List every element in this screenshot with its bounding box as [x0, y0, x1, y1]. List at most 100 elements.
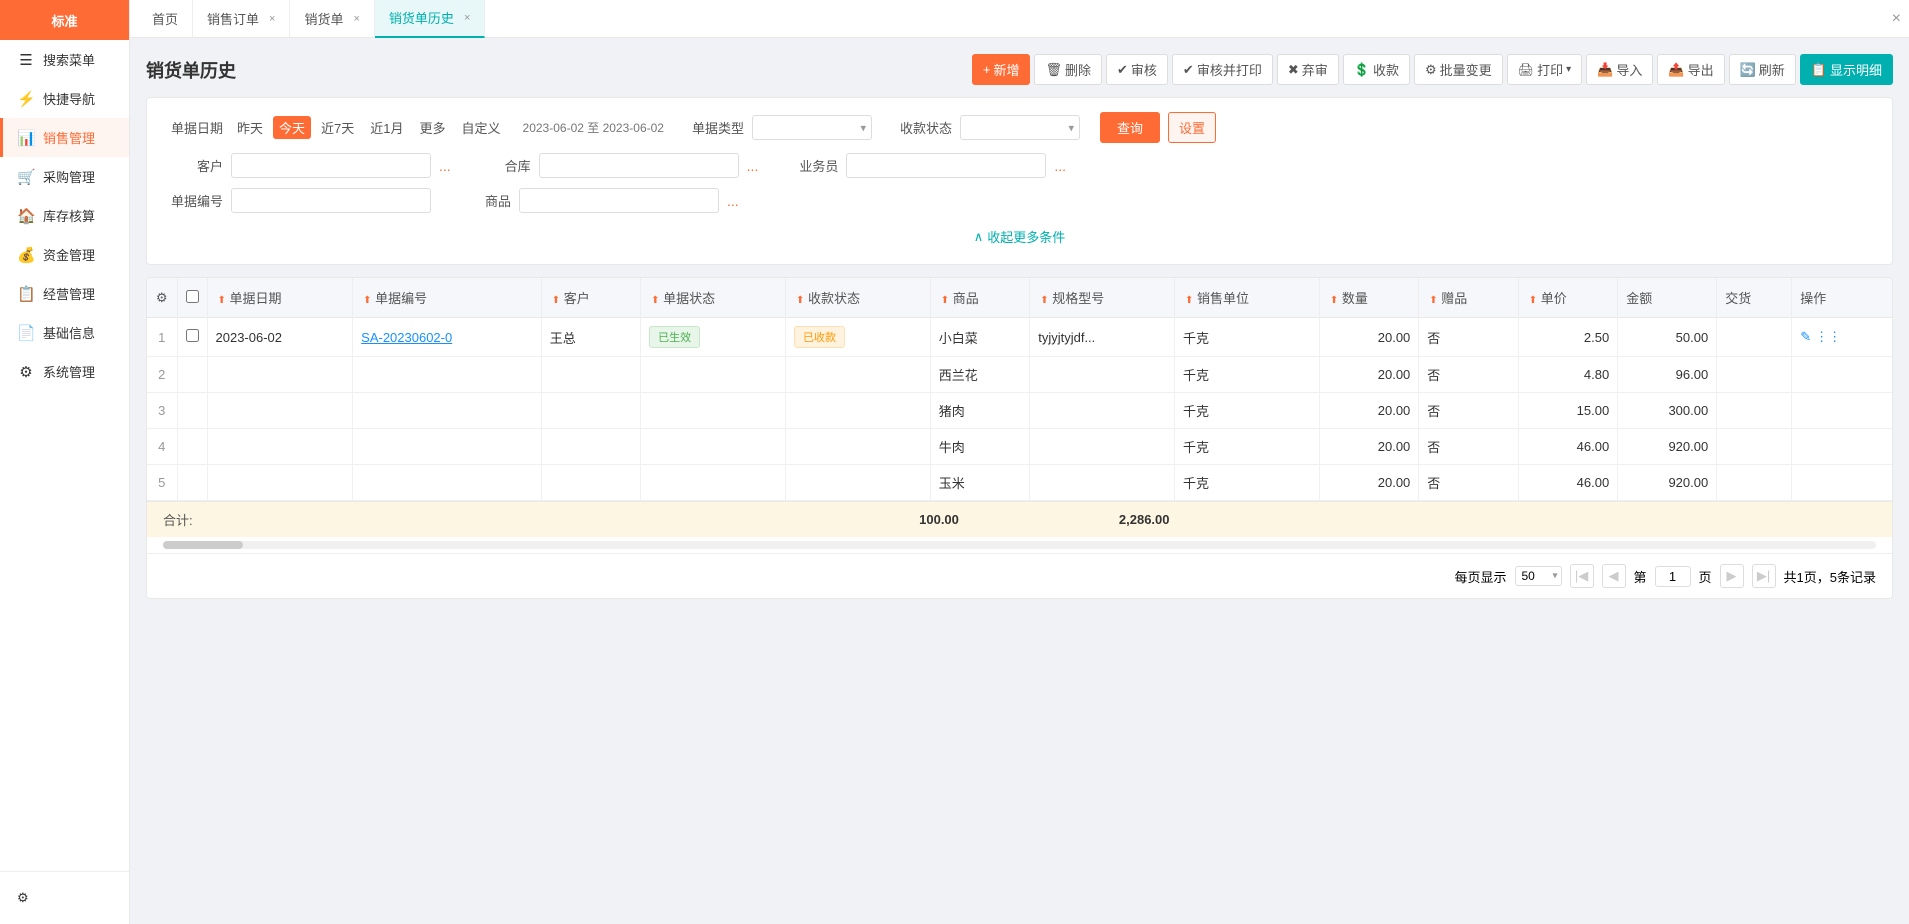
inventory-icon: 🏠: [17, 207, 35, 225]
sidebar-item-inventory[interactable]: 🏠 库存核算: [0, 196, 129, 235]
edit-icon[interactable]: ✎: [1800, 329, 1811, 344]
last-page-button[interactable]: ▶|: [1752, 564, 1776, 588]
payment-status-cell: [785, 393, 930, 429]
payment-status-select[interactable]: [960, 115, 1080, 140]
col-payment-status[interactable]: ⬆ 收款状态: [785, 278, 930, 318]
salesman-input[interactable]: [846, 153, 1046, 178]
next-page-button[interactable]: ▶: [1720, 564, 1744, 588]
amount-cell: 300.00: [1618, 393, 1717, 429]
operations-cell: [1792, 393, 1892, 429]
warehouse-ellipsis-btn[interactable]: ...: [747, 158, 759, 174]
sidebar-item-label: 经营管理: [43, 284, 95, 303]
date-shortcut-7days[interactable]: 近7天: [315, 116, 360, 139]
col-doc-number[interactable]: ⬆ 单据编号: [353, 278, 542, 318]
abandon-button[interactable]: ✖ 弃审: [1277, 54, 1339, 85]
sidebar-item-purchase-mgmt[interactable]: 🛒 采购管理: [0, 157, 129, 196]
main-content: 首页 销售订单 × 销货单 × 销货单历史 × × 销货单历史 + 新增: [130, 0, 1909, 924]
close-all-icon[interactable]: ×: [1892, 10, 1901, 28]
date-shortcut-today[interactable]: 今天: [273, 116, 311, 139]
sidebar-item-basic-info[interactable]: 📄 基础信息: [0, 313, 129, 352]
select-all-checkbox[interactable]: [186, 290, 199, 303]
gift-cell: 否: [1419, 318, 1518, 357]
col-customer[interactable]: ⬆ 客户: [541, 278, 640, 318]
sidebar-item-search-menu[interactable]: ☰ 搜索菜单: [0, 40, 129, 79]
refresh-button[interactable]: 🔄 刷新: [1729, 54, 1796, 85]
sidebar-item-fund-mgmt[interactable]: 💰 资金管理: [0, 235, 129, 274]
sidebar-item-sys-mgmt[interactable]: ⚙ 系统管理: [0, 352, 129, 391]
doc-type-select[interactable]: [752, 115, 872, 140]
collapse-btn[interactable]: ∧ 收起更多条件: [970, 223, 1070, 250]
date-shortcut-yesterday[interactable]: 昨天: [231, 116, 269, 139]
quick-nav-icon: ⚡: [17, 90, 35, 108]
table-footer: 合计: 100.00 2,286.00: [147, 501, 1892, 537]
show-detail-icon: 📋: [1811, 62, 1827, 78]
col-goods[interactable]: ⬆ 商品: [930, 278, 1029, 318]
col-gift[interactable]: ⬆ 赠品: [1419, 278, 1518, 318]
goods-ellipsis-btn[interactable]: ...: [727, 193, 739, 209]
customer-ellipsis-btn[interactable]: ...: [439, 158, 451, 174]
per-page-select[interactable]: 50 20 100: [1515, 566, 1562, 586]
data-table-container: ⚙ ⬆ 单据日期 ⬆ 单据编号 ⬆ 客户 ⬆ 单据状态 ⬆ 收款状态 ⬆ 商品 …: [146, 277, 1893, 599]
date-shortcut-custom[interactable]: 自定义: [456, 116, 507, 139]
sort-icon: ⬆: [796, 295, 804, 306]
horizontal-scrollbar[interactable]: [163, 541, 1876, 549]
amount-cell: 96.00: [1618, 357, 1717, 393]
sort-icon: ⬆: [941, 295, 949, 306]
goods-input[interactable]: [519, 188, 719, 213]
tab-sales-history[interactable]: 销货单历史 ×: [375, 0, 485, 38]
tab-sales-order-close[interactable]: ×: [269, 13, 275, 25]
salesman-ellipsis-btn[interactable]: ...: [1054, 158, 1066, 174]
print-button[interactable]: 🖨 打印 ▾: [1507, 54, 1583, 85]
review-print-button[interactable]: ✔ 审核并打印: [1172, 54, 1273, 85]
batch-change-label: 批量变更: [1440, 60, 1492, 79]
import-button[interactable]: 📥 导入: [1586, 54, 1653, 85]
prev-page-button[interactable]: ◀: [1602, 564, 1626, 588]
sidebar-item-sales-mgmt[interactable]: 📊 销售管理: [0, 118, 129, 157]
delete-button[interactable]: 🗑 删除: [1034, 54, 1102, 85]
filter-panel: 单据日期 昨天 今天 近7天 近1月 更多 自定义 2023-06-02 至 2…: [146, 97, 1893, 265]
col-doc-date[interactable]: ⬆ 单据日期: [207, 278, 353, 318]
amount-cell: 50.00: [1618, 318, 1717, 357]
tab-sales-history-close[interactable]: ×: [464, 12, 470, 24]
scrollbar-thumb[interactable]: [163, 541, 243, 549]
collect-button[interactable]: 💲 收款: [1343, 54, 1410, 85]
toolbar: 销货单历史 + 新增 🗑 删除 ✔ 审核 ✔ 审核并打印: [146, 54, 1893, 85]
batch-change-button[interactable]: ⚙ 批量变更: [1414, 54, 1503, 85]
query-button[interactable]: 查询: [1100, 112, 1160, 143]
col-doc-status[interactable]: ⬆ 单据状态: [641, 278, 786, 318]
quantity-cell: 20.00: [1319, 393, 1418, 429]
tab-sales-goods[interactable]: 销货单 ×: [290, 0, 374, 38]
page-number-input[interactable]: [1655, 566, 1691, 587]
tab-home[interactable]: 首页: [138, 0, 193, 38]
col-settings[interactable]: ⚙: [147, 278, 177, 318]
more-icon[interactable]: ⋮⋮: [1815, 329, 1841, 344]
doc-number-link[interactable]: SA-20230602-0: [361, 330, 452, 345]
doc-number-input[interactable]: [231, 188, 431, 213]
col-quantity[interactable]: ⬆ 数量: [1319, 278, 1418, 318]
sidebar-item-operation-mgmt[interactable]: 📋 经营管理: [0, 274, 129, 313]
show-detail-button[interactable]: 📋 显示明细: [1800, 54, 1893, 85]
tab-sales-order[interactable]: 销售订单 ×: [193, 0, 290, 38]
col-unit-price[interactable]: ⬆ 单价: [1518, 278, 1617, 318]
sidebar-item-quick-nav[interactable]: ⚡ 快捷导航: [0, 79, 129, 118]
col-unit[interactable]: ⬆ 销售单位: [1175, 278, 1320, 318]
unit-price-cell: 4.80: [1518, 357, 1617, 393]
customer-input[interactable]: [231, 153, 431, 178]
doc-date-cell: [207, 429, 353, 465]
review-button[interactable]: ✔ 审核: [1106, 54, 1168, 85]
table-row: 2 西兰花 千克 20.00 否 4.80 96.00: [147, 357, 1892, 393]
unit-cell: 千克: [1175, 465, 1320, 501]
col-spec[interactable]: ⬆ 规格型号: [1030, 278, 1175, 318]
sidebar-bottom-item1[interactable]: ⚙: [0, 880, 129, 916]
settings-button[interactable]: 设置: [1168, 112, 1216, 143]
export-button[interactable]: 📤 导出: [1657, 54, 1724, 85]
warehouse-input[interactable]: [539, 153, 739, 178]
first-page-button[interactable]: |◀: [1570, 564, 1594, 588]
spec-cell: [1030, 393, 1175, 429]
row-checkbox[interactable]: [186, 329, 199, 342]
tab-sales-goods-close[interactable]: ×: [353, 13, 359, 25]
date-shortcut-more[interactable]: 更多: [414, 116, 452, 139]
page-title: 销货单历史: [146, 57, 236, 83]
date-shortcut-1month[interactable]: 近1月: [364, 116, 409, 139]
add-button[interactable]: + 新增: [972, 54, 1031, 85]
